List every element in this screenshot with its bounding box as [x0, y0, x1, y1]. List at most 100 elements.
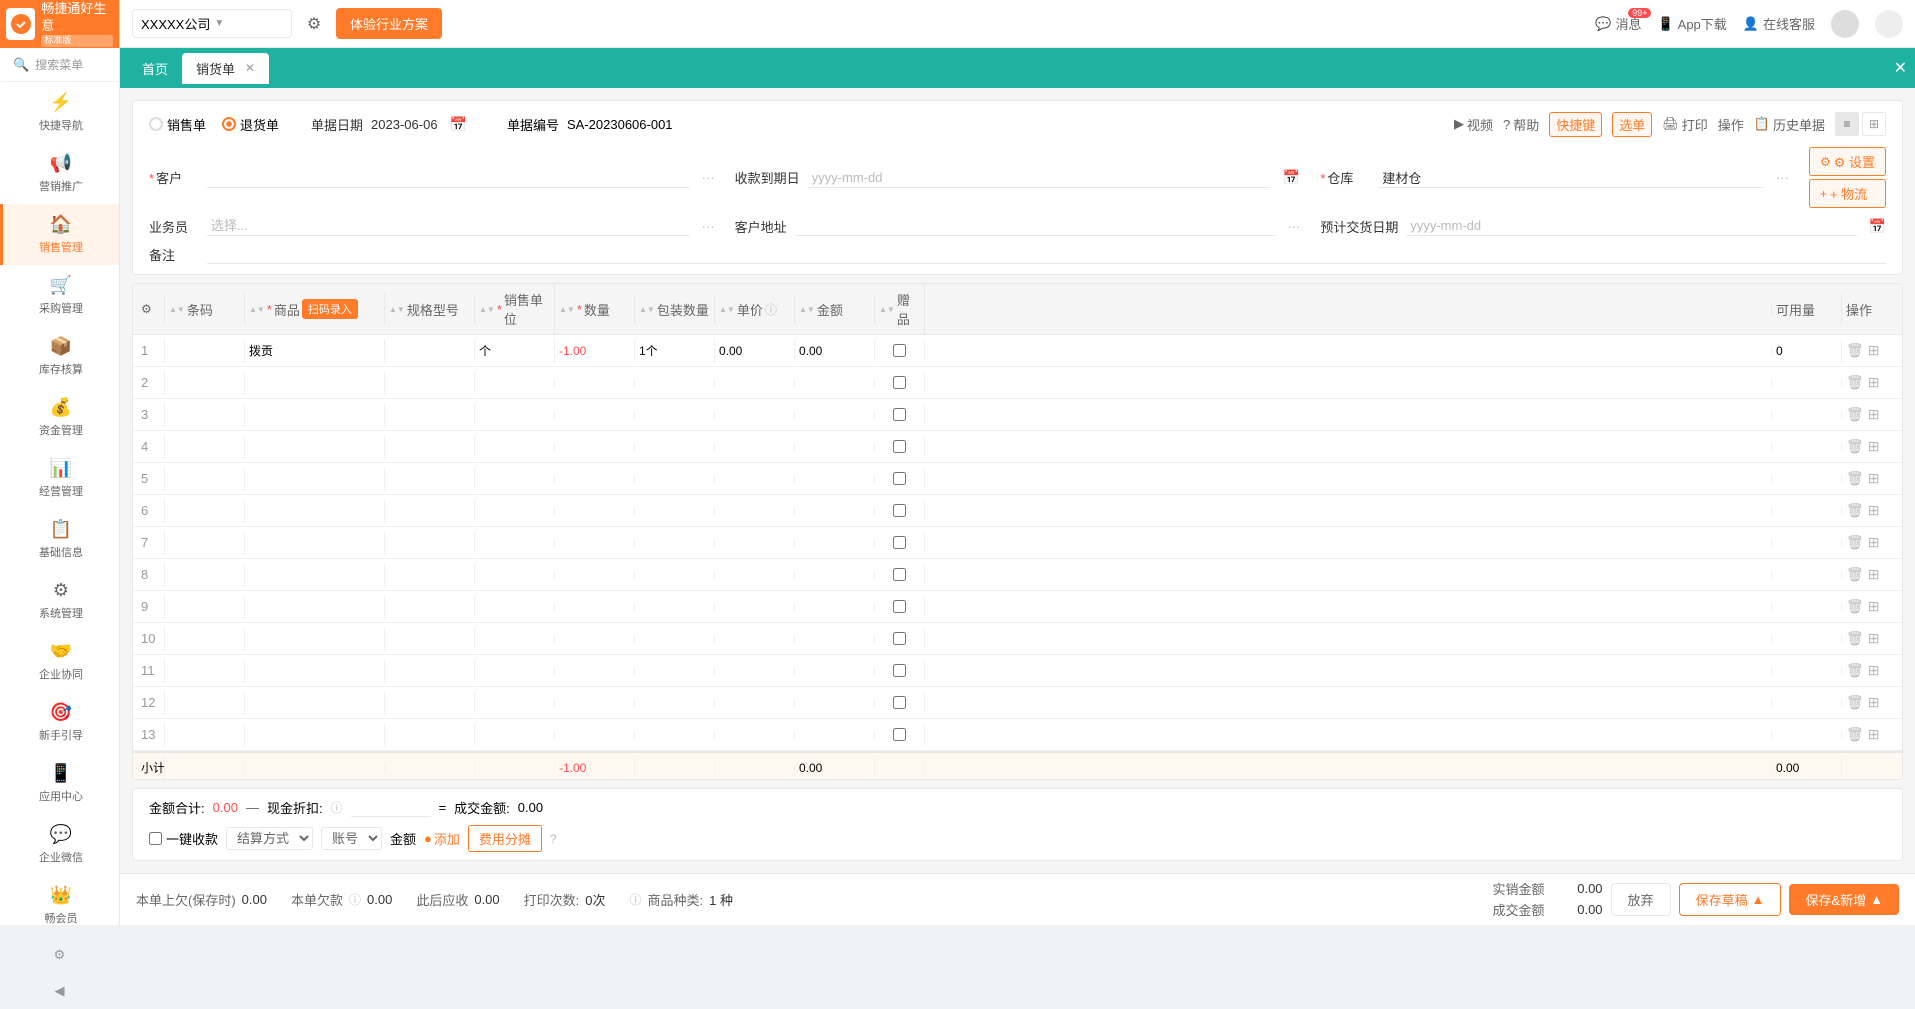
list-view-btn[interactable]: ≡	[1835, 112, 1859, 136]
td-gift[interactable]	[875, 436, 925, 457]
save-new-btn[interactable]: 保存&新增 ▲	[1789, 884, 1899, 915]
td-amount[interactable]	[795, 443, 875, 451]
td-remark[interactable]	[925, 571, 1772, 579]
account-select[interactable]: 账号	[321, 827, 382, 850]
td-amount[interactable]	[795, 731, 875, 739]
td-product[interactable]	[245, 564, 385, 586]
td-gift[interactable]	[875, 628, 925, 649]
copy-row-icon[interactable]: ⊞	[1868, 470, 1880, 487]
td-pkgqty[interactable]	[635, 603, 715, 611]
td-product[interactable]	[245, 692, 385, 714]
td-barcode[interactable]	[165, 692, 245, 714]
td-gift[interactable]	[875, 596, 925, 617]
delete-row-icon[interactable]: 🗑	[1846, 598, 1864, 615]
td-qty[interactable]	[555, 379, 635, 387]
delete-row-icon[interactable]: 🗑	[1846, 630, 1864, 647]
td-unit[interactable]	[475, 379, 555, 387]
td-qty[interactable]	[555, 507, 635, 515]
td-amount[interactable]	[795, 507, 875, 515]
td-pkgqty[interactable]	[635, 475, 715, 483]
expense-split-btn[interactable]: 费用分摊	[468, 825, 542, 852]
app-download-btn[interactable]: 📱 App下载	[1657, 14, 1726, 33]
td-gift[interactable]	[875, 660, 925, 681]
td-unit[interactable]	[475, 635, 555, 643]
td-pkgqty[interactable]	[635, 571, 715, 579]
expected-date-input[interactable]	[1406, 216, 1856, 236]
td-remark[interactable]	[925, 603, 1772, 611]
product-types-icon[interactable]: ⓘ	[630, 891, 642, 908]
td-amount[interactable]	[795, 667, 875, 675]
td-price[interactable]	[715, 411, 795, 419]
td-remark[interactable]	[925, 411, 1772, 419]
copy-row-icon[interactable]: ⊞	[1868, 598, 1880, 615]
td-spec[interactable]	[385, 340, 475, 362]
td-price[interactable]	[715, 571, 795, 579]
td-barcode[interactable]	[165, 660, 245, 682]
td-unit[interactable]	[475, 539, 555, 547]
history-btn[interactable]: 📋 历史单据	[1754, 115, 1825, 134]
td-amount[interactable]	[795, 539, 875, 547]
settlement-method-select[interactable]: 结算方式	[226, 827, 313, 850]
td-unit[interactable]	[475, 699, 555, 707]
expense-hint-icon[interactable]: ?	[550, 832, 557, 846]
td-remark[interactable]	[925, 731, 1772, 739]
total-owed-info-icon[interactable]: ⓘ	[349, 891, 361, 908]
td-spec[interactable]	[385, 404, 475, 426]
remark-input[interactable]	[207, 244, 1886, 264]
sidebar-settings-btn[interactable]: ⚙	[0, 937, 119, 973]
td-product[interactable]	[245, 628, 385, 650]
td-amount[interactable]	[795, 635, 875, 643]
td-amount[interactable]	[795, 475, 875, 483]
td-pkgqty[interactable]	[635, 379, 715, 387]
td-spec[interactable]	[385, 372, 475, 394]
sort-pkgqty-icon[interactable]: ▲▼	[639, 305, 655, 314]
td-gift[interactable]	[875, 564, 925, 585]
sidebar-search[interactable]: 🔍 搜索菜单	[0, 48, 119, 82]
copy-row-icon[interactable]: ⊞	[1868, 534, 1880, 551]
td-pkgqty[interactable]	[635, 539, 715, 547]
one-click-pay-checkbox[interactable]: 一键收款	[149, 829, 218, 848]
td-price[interactable]	[715, 539, 795, 547]
td-barcode[interactable]	[165, 596, 245, 618]
td-remark[interactable]	[925, 443, 1772, 451]
customer-input[interactable]	[207, 168, 690, 188]
td-gift[interactable]	[875, 404, 925, 425]
td-unit[interactable]	[475, 475, 555, 483]
shortcut-btn[interactable]: 快捷键	[1549, 112, 1602, 137]
td-unit[interactable]	[475, 731, 555, 739]
company-selector[interactable]: XXXXX公司 ▼	[132, 9, 292, 38]
logistics-btn[interactable]: + + 物流	[1809, 179, 1886, 208]
salesperson-more-icon[interactable]: ···	[702, 219, 715, 234]
td-gift[interactable]	[875, 340, 925, 361]
td-pkgqty[interactable]	[635, 443, 715, 451]
td-qty[interactable]	[555, 667, 635, 675]
settings-icon[interactable]: ⚙	[300, 10, 328, 38]
addr-more-icon[interactable]: ···	[1287, 219, 1300, 234]
due-date-input[interactable]	[808, 168, 1271, 188]
tab-home[interactable]: 首页	[128, 53, 182, 84]
sort-unit-icon[interactable]: ▲▼	[479, 305, 495, 314]
td-gift[interactable]	[875, 532, 925, 553]
td-barcode[interactable]	[165, 564, 245, 586]
td-price[interactable]	[715, 475, 795, 483]
td-price[interactable]	[715, 731, 795, 739]
sidebar-item-purchase[interactable]: 🛒采购管理	[0, 265, 119, 326]
delete-row-icon[interactable]: 🗑	[1846, 502, 1864, 519]
discount-info-icon[interactable]: ⓘ	[331, 799, 343, 816]
td-price[interactable]	[715, 603, 795, 611]
td-price[interactable]	[715, 699, 795, 707]
td-remark[interactable]	[925, 507, 1772, 515]
settings-action-btn[interactable]: ⚙ ⚙ 设置	[1809, 147, 1886, 176]
customer-addr-input[interactable]	[795, 216, 1276, 236]
delete-row-icon[interactable]: 🗑	[1846, 438, 1864, 455]
sidebar-item-sales[interactable]: 🏠销售管理	[0, 204, 119, 265]
td-pkgqty[interactable]	[635, 667, 715, 675]
td-pkgqty[interactable]	[635, 507, 715, 515]
td-pkgqty[interactable]	[635, 635, 715, 643]
delete-row-icon[interactable]: 🗑	[1846, 694, 1864, 711]
salesperson-input[interactable]	[207, 216, 690, 236]
td-amount[interactable]	[795, 571, 875, 579]
td-product[interactable]	[245, 436, 385, 458]
td-amount[interactable]	[795, 699, 875, 707]
td-price[interactable]	[715, 443, 795, 451]
